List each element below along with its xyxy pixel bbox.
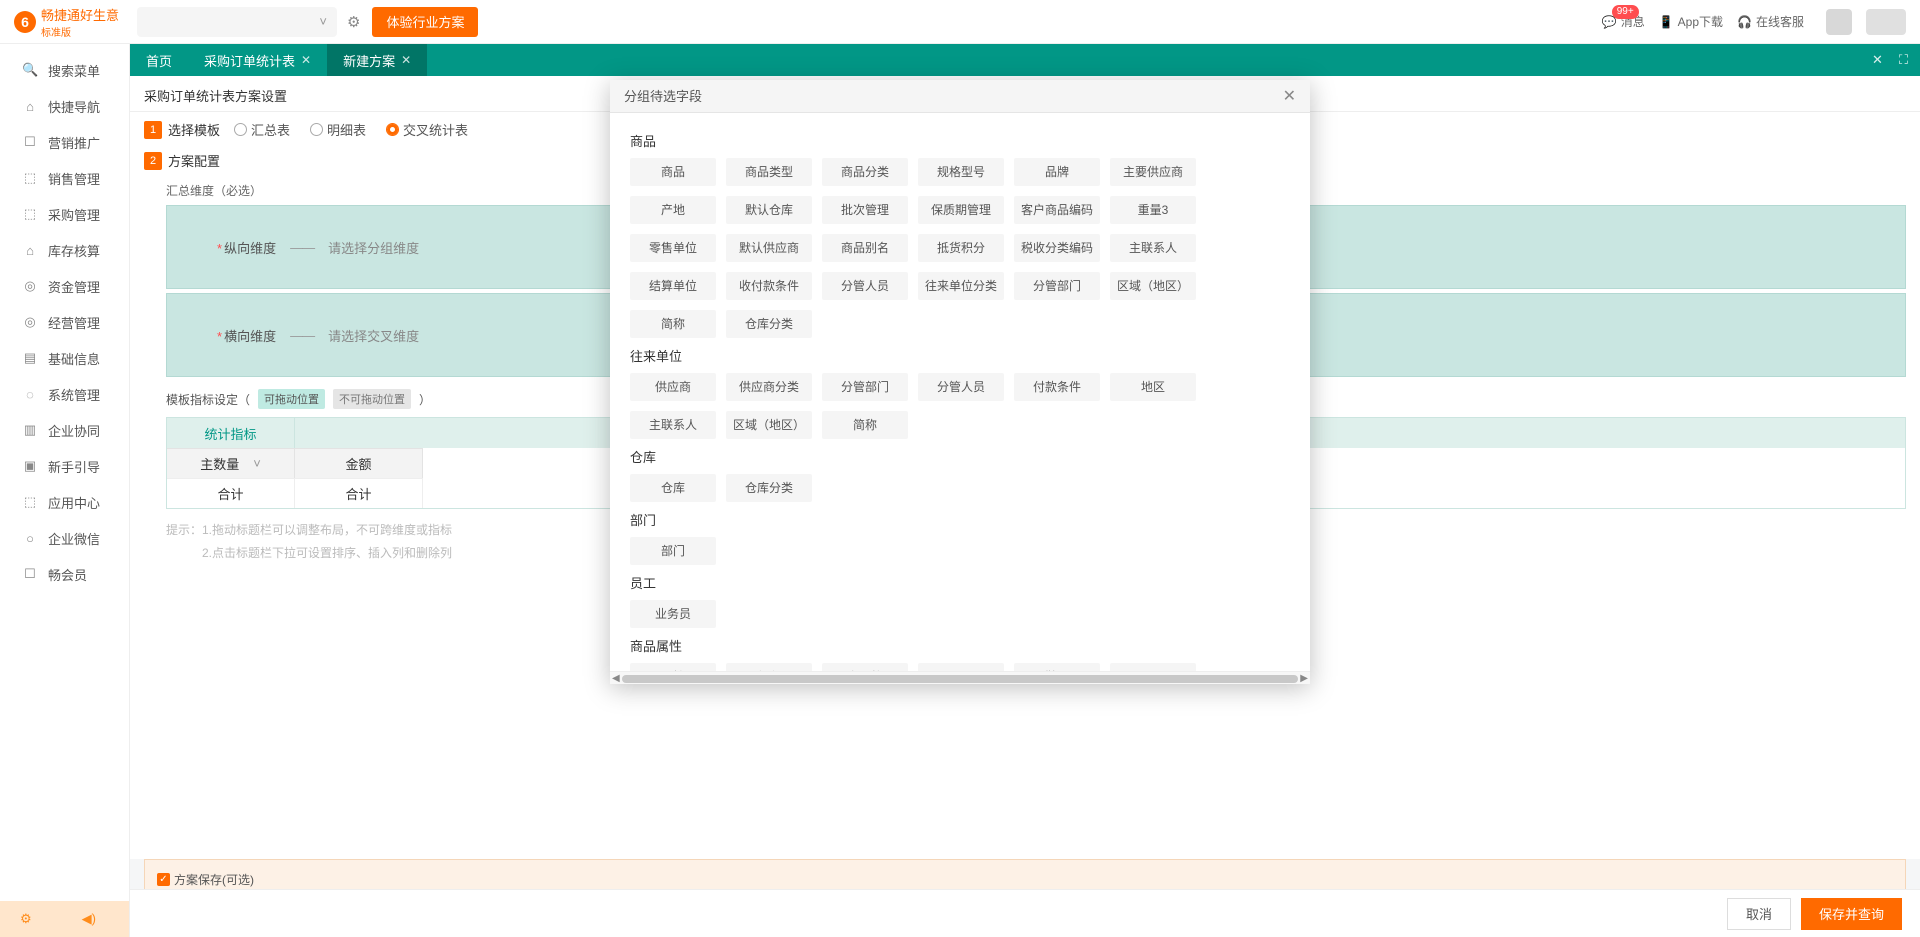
field-chip[interactable]: 商品类型 — [726, 158, 812, 186]
field-chip[interactable]: 1 — [1110, 663, 1196, 672]
field-chip[interactable]: 仓库分类 — [726, 310, 812, 338]
scroll-left-icon[interactable]: ◀ — [612, 672, 620, 686]
field-chip[interactable]: 重量3 — [1110, 196, 1196, 224]
field-chip[interactable]: 分管部门 — [1014, 272, 1100, 300]
field-chip[interactable]: 仓库 — [630, 474, 716, 502]
field-chip[interactable]: 分管人员 — [918, 373, 1004, 401]
field-chip[interactable]: 属性 — [630, 663, 716, 672]
field-chip[interactable]: 结算单位 — [630, 272, 716, 300]
field-chip[interactable]: 产地 — [630, 196, 716, 224]
field-chip[interactable]: 业务员 — [630, 600, 716, 628]
field-chip[interactable]: 尺码 — [918, 663, 1004, 672]
field-chip[interactable]: 往来单位分类 — [918, 272, 1004, 300]
field-select-modal: 分组待选字段 ✕ 商品商品商品类型商品分类规格型号品牌主要供应商产地默认仓库批次… — [610, 80, 1310, 684]
field-chip[interactable]: 主联系人 — [1110, 234, 1196, 262]
field-chip[interactable]: 分管人员 — [822, 272, 908, 300]
field-chip[interactable]: 主联系人 — [630, 411, 716, 439]
group-title-3: 部门 — [630, 510, 1290, 529]
modal-hscrollbar[interactable]: ◀ ▶ — [610, 671, 1310, 684]
scrollbar-thumb[interactable] — [622, 675, 1298, 683]
field-chip[interactable]: 抵货积分 — [918, 234, 1004, 262]
field-chip[interactable]: 简称 — [822, 411, 908, 439]
field-chip[interactable]: 区域（地区） — [1110, 272, 1196, 300]
field-chip[interactable]: 零售单位 — [630, 234, 716, 262]
field-chip[interactable]: 收付款条件 — [726, 272, 812, 300]
field-chip[interactable]: 主要供应商 — [1110, 158, 1196, 186]
modal-header: 分组待选字段 ✕ — [610, 80, 1310, 113]
group-title-2: 仓库 — [630, 447, 1290, 466]
field-chip[interactable]: 默认供应商 — [726, 234, 812, 262]
field-chip[interactable]: 分管部门 — [822, 373, 908, 401]
scroll-right-icon[interactable]: ▶ — [1300, 672, 1308, 686]
field-chip[interactable]: 多规格 — [822, 663, 908, 672]
field-chip[interactable]: 默认仓库 — [726, 196, 812, 224]
group-title-4: 员工 — [630, 573, 1290, 592]
group-title-0: 商品 — [630, 131, 1290, 150]
field-chip[interactable]: 批次管理 — [822, 196, 908, 224]
field-chip[interactable]: 简称 — [630, 310, 716, 338]
field-chip[interactable]: 保质期管理 — [918, 196, 1004, 224]
close-icon[interactable]: ✕ — [1283, 86, 1296, 106]
field-chip[interactable]: 税收分类编码 — [1014, 234, 1100, 262]
field-chip[interactable]: 区域（地区） — [726, 411, 812, 439]
group-title-5: 商品属性 — [630, 636, 1290, 655]
field-chip[interactable]: 客户商品编码 — [1014, 196, 1100, 224]
field-chip[interactable]: 鞋码 — [1014, 663, 1100, 672]
modal-overlay: 分组待选字段 ✕ 商品商品商品类型商品分类规格型号品牌主要供应商产地默认仓库批次… — [0, 0, 1920, 937]
field-chip[interactable]: 仓库分类 — [726, 474, 812, 502]
field-chip[interactable]: 付款条件 — [1014, 373, 1100, 401]
field-chip[interactable]: 商品 — [630, 158, 716, 186]
field-chip[interactable]: 颜色 — [726, 663, 812, 672]
field-chip[interactable]: 供应商分类 — [726, 373, 812, 401]
field-chip[interactable]: 商品分类 — [822, 158, 908, 186]
group-title-1: 往来单位 — [630, 346, 1290, 365]
field-chip[interactable]: 地区 — [1110, 373, 1196, 401]
field-chip[interactable]: 规格型号 — [918, 158, 1004, 186]
field-chip[interactable]: 品牌 — [1014, 158, 1100, 186]
modal-title: 分组待选字段 — [624, 86, 702, 105]
field-chip[interactable]: 部门 — [630, 537, 716, 565]
field-chip[interactable]: 供应商 — [630, 373, 716, 401]
field-chip[interactable]: 商品别名 — [822, 234, 908, 262]
